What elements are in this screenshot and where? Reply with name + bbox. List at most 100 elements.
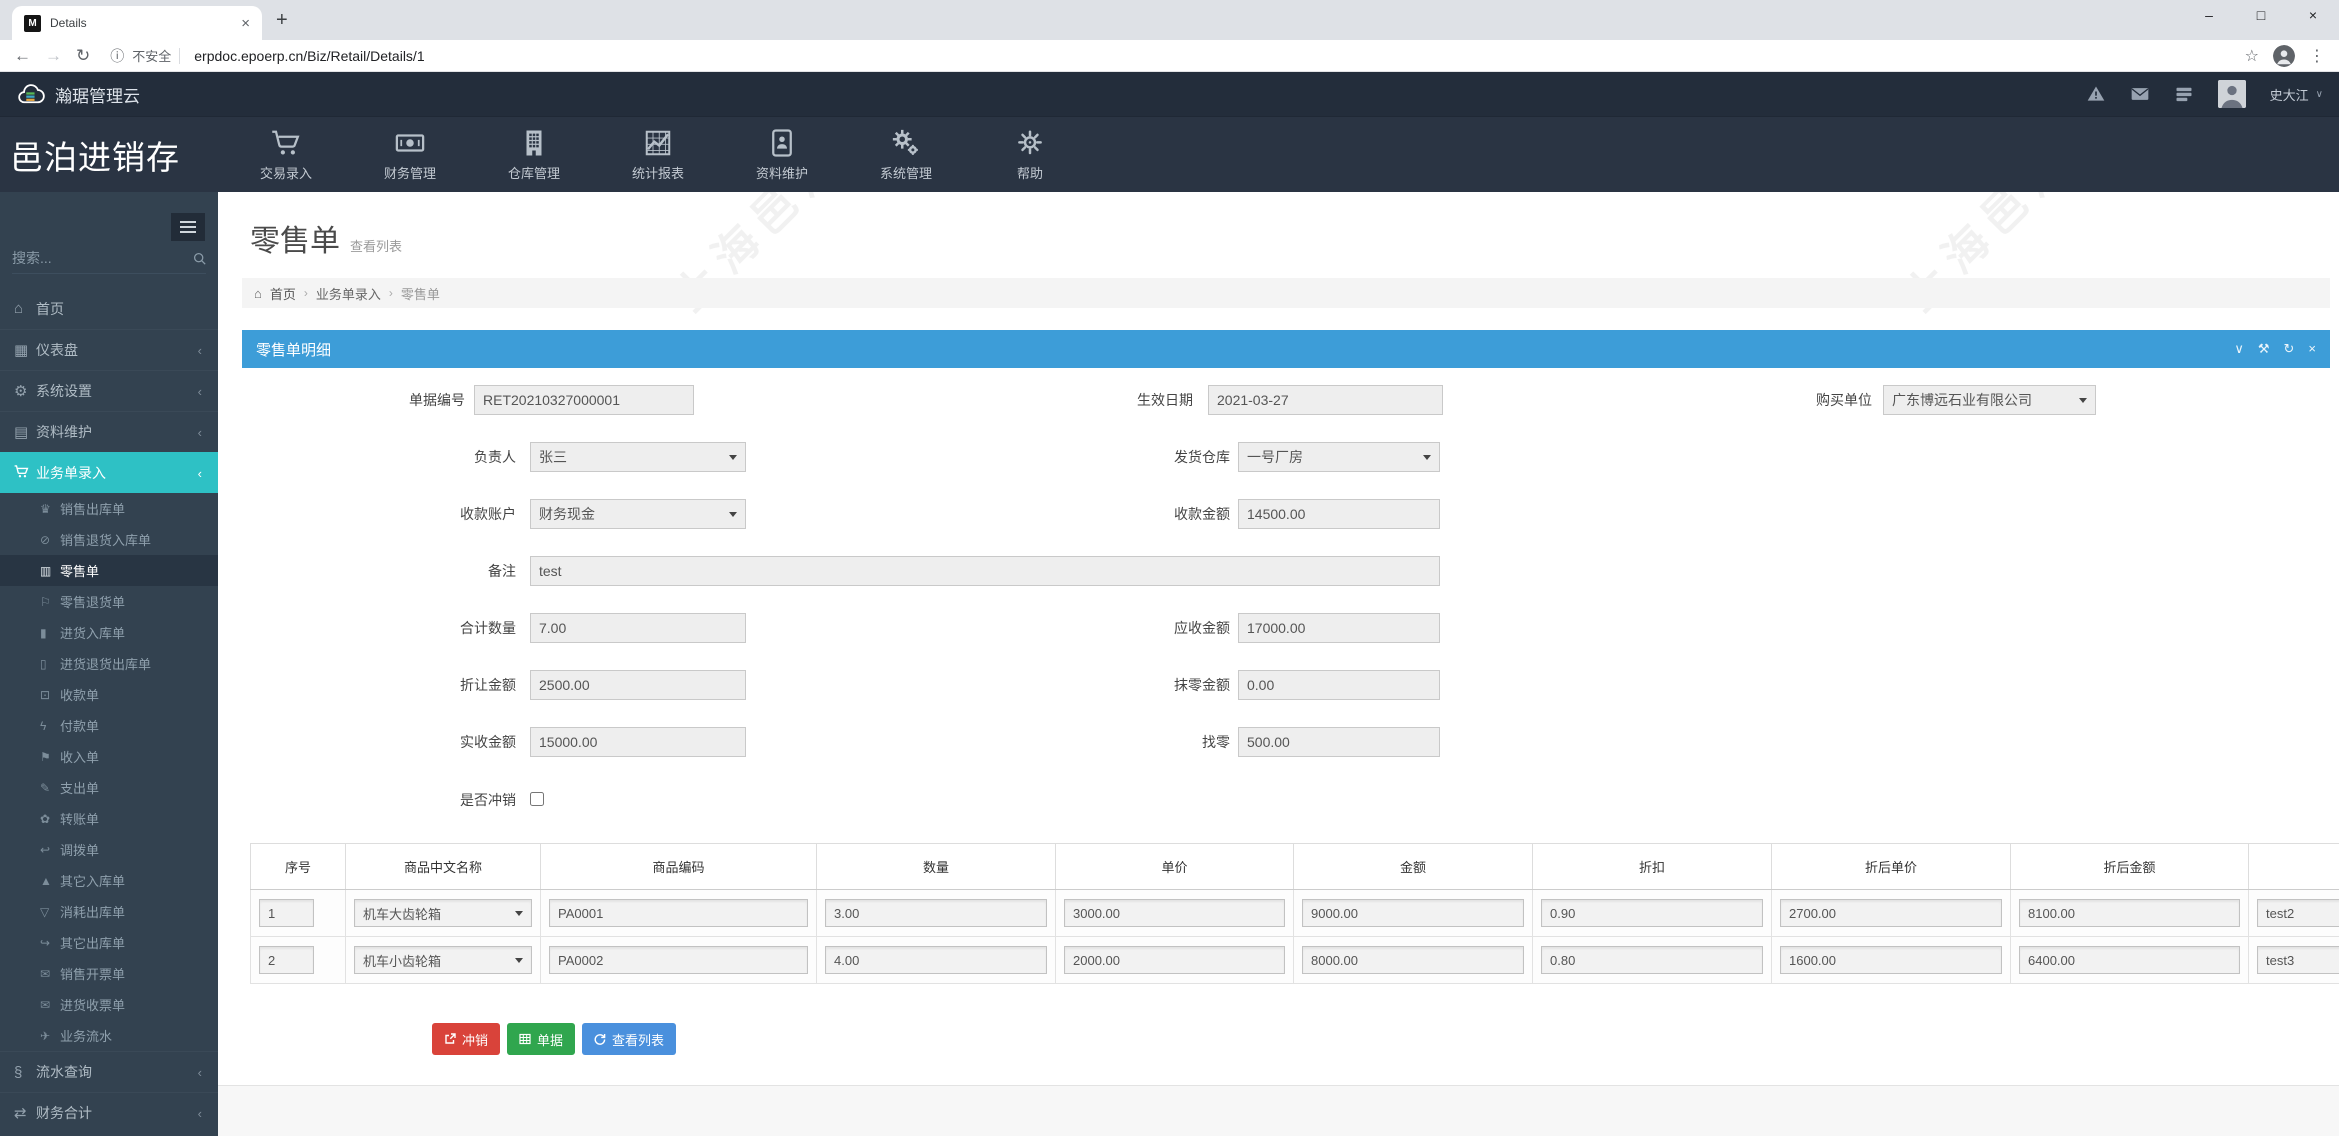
sidebar-item-home[interactable]: ⌂ 首页 — [0, 288, 218, 329]
note-cell[interactable]: test3 — [2257, 946, 2339, 974]
discounted-amount-cell[interactable]: 6400.00 — [2019, 946, 2240, 974]
reload-button[interactable]: ↻ — [76, 47, 90, 64]
product-name-select[interactable]: 机车大齿轮箱 — [354, 899, 532, 927]
qty-cell[interactable]: 4.00 — [825, 946, 1047, 974]
home-icon: ⌂ — [254, 285, 262, 301]
amount-cell[interactable]: 8000.00 — [1302, 946, 1524, 974]
discounted-price-cell[interactable]: 2700.00 — [1780, 899, 2002, 927]
sidebar-subitem-purchase-return-outbound[interactable]: ▯ 进货退货出库单 — [0, 648, 218, 679]
manager-select[interactable]: 张三 — [530, 442, 746, 472]
tasks-icon[interactable] — [2174, 84, 2194, 104]
new-tab-button[interactable]: + — [276, 9, 288, 32]
sidebar-subitem-retail-order[interactable]: ▥ 零售单 — [0, 555, 218, 586]
discount-cell[interactable]: 0.80 — [1541, 946, 1763, 974]
note-cell[interactable]: test2 — [2257, 899, 2339, 927]
reverse-button[interactable]: 冲销 — [432, 1023, 501, 1055]
close-panel-icon[interactable]: × — [2308, 341, 2316, 357]
unit-price-cell[interactable]: 2000.00 — [1064, 946, 1285, 974]
product-name-select[interactable]: 机车小齿轮箱 — [354, 946, 532, 974]
app-logo[interactable]: 瀚琚管理云 — [16, 81, 140, 107]
sidebar-subitem-purchase-invoice[interactable]: ✉ 进货收票单 — [0, 989, 218, 1020]
sidebar-item-data-maintenance[interactable]: ▤ 资料维护 ‹ — [0, 411, 218, 452]
document-button[interactable]: 单据 — [507, 1023, 576, 1055]
qty-cell[interactable]: 3.00 — [825, 899, 1047, 927]
sidebar-item-flow-query[interactable]: § 流水查询 ‹ — [0, 1051, 218, 1092]
reversed-checkbox[interactable] — [530, 792, 544, 806]
close-button[interactable]: × — [2287, 0, 2339, 30]
warehouse-select[interactable]: 一号厂房 — [1238, 442, 1440, 472]
sidebar-item-dashboard[interactable]: ▦ 仪表盘 ‹ — [0, 329, 218, 370]
sidebar-subitem-expense[interactable]: ✎ 支出单 — [0, 772, 218, 803]
discounted-amount-cell[interactable]: 8100.00 — [2019, 899, 2240, 927]
sidebar-subitem-income[interactable]: ⚑ 收入单 — [0, 741, 218, 772]
messages-icon[interactable] — [2130, 84, 2150, 104]
discount-amount-input[interactable] — [530, 670, 746, 700]
alerts-icon[interactable] — [2086, 84, 2106, 104]
forward-button[interactable]: → — [45, 47, 62, 64]
nav-item-data[interactable]: 资料维护 — [720, 117, 844, 192]
received-amount-input[interactable] — [1238, 499, 1440, 529]
nav-item-warehouse[interactable]: 仓库管理 — [472, 117, 596, 192]
sidebar-subitem-sales-invoice[interactable]: ✉ 销售开票单 — [0, 958, 218, 989]
product-code-cell[interactable]: PA0002 — [549, 946, 808, 974]
receivable-input[interactable] — [1238, 613, 1440, 643]
sidebar-subitem-retail-return[interactable]: ⚐ 零售退货单 — [0, 586, 218, 617]
search-input[interactable] — [12, 250, 193, 266]
product-code-cell[interactable]: PA0001 — [549, 899, 808, 927]
sidebar-subitem-purchase-inbound[interactable]: ▮ 进货入库单 — [0, 617, 218, 648]
sidebar-subitem-sales-outbound[interactable]: ♛ 销售出库单 — [0, 493, 218, 524]
effective-date-label: 生效日期 — [1137, 392, 1193, 408]
remark-input[interactable] — [530, 556, 1440, 586]
sidebar-subitem-other-inbound[interactable]: ▲ 其它入库单 — [0, 865, 218, 896]
col-seq: 序号 — [250, 843, 346, 890]
bookmark-star-icon[interactable]: ☆ — [2245, 46, 2259, 66]
collapse-icon[interactable]: ∨ — [2234, 341, 2244, 357]
refresh-icon[interactable]: ↻ — [2284, 341, 2295, 357]
breadcrumb-section[interactable]: 业务单录入 — [316, 284, 381, 303]
browser-tab[interactable]: M Details × — [12, 6, 262, 40]
sidebar-subitem-payment[interactable]: ϟ 付款单 — [0, 710, 218, 741]
user-menu[interactable]: 史大江 ∨ — [2270, 85, 2323, 104]
nav-item-help[interactable]: 帮助 — [968, 117, 1092, 192]
browser-profile-avatar[interactable] — [2273, 44, 2295, 67]
tab-close-icon[interactable]: × — [241, 15, 250, 32]
discounted-price-cell[interactable]: 1600.00 — [1780, 946, 2002, 974]
paid-amount-input[interactable] — [530, 727, 746, 757]
sidebar-subitem-consumption-outbound[interactable]: ▽ 消耗出库单 — [0, 896, 218, 927]
amount-cell[interactable]: 9000.00 — [1302, 899, 1524, 927]
wrench-icon[interactable]: ⚒ — [2258, 341, 2270, 357]
sidebar-subitem-allocation[interactable]: ↩ 调拨单 — [0, 834, 218, 865]
buyer-select[interactable]: 广东博远石业有限公司 — [1883, 385, 2096, 415]
address-text[interactable]: erpdoc.epoerp.cn/Biz/Retail/Details/1 — [194, 48, 2230, 64]
total-qty-input[interactable] — [530, 613, 746, 643]
sidebar-subitem-receipt[interactable]: ⊡ 收款单 — [0, 679, 218, 710]
rounding-input[interactable] — [1238, 670, 1440, 700]
browser-menu-icon[interactable]: ⋮ — [2309, 46, 2325, 66]
nav-item-system[interactable]: 系统管理 — [844, 117, 968, 192]
back-button[interactable]: ← — [14, 47, 31, 64]
sidebar-item-settings[interactable]: ⚙ 系统设置 ‹ — [0, 370, 218, 411]
doc-no-input[interactable] — [474, 385, 694, 415]
unit-price-cell[interactable]: 3000.00 — [1064, 899, 1285, 927]
site-security[interactable]: ⓘ 不安全 — [110, 46, 181, 66]
discount-cell[interactable]: 0.90 — [1541, 899, 1763, 927]
account-select[interactable]: 财务现金 — [530, 499, 746, 529]
nav-item-finance[interactable]: 财务管理 — [348, 117, 472, 192]
sidebar-subitem-sales-return-inbound[interactable]: ⊘ 销售退货入库单 — [0, 524, 218, 555]
nav-item-reports[interactable]: 统计报表 — [596, 117, 720, 192]
minimize-button[interactable]: – — [2183, 0, 2235, 30]
maximize-button[interactable]: □ — [2235, 0, 2287, 30]
effective-date-input[interactable] — [1208, 385, 1443, 415]
breadcrumb-home[interactable]: 首页 — [270, 284, 296, 303]
change-input[interactable] — [1238, 727, 1440, 757]
nav-item-transactions[interactable]: 交易录入 — [224, 117, 348, 192]
view-list-button[interactable]: 查看列表 — [582, 1023, 677, 1055]
sidebar-toggle[interactable] — [171, 213, 205, 241]
sidebar-subitem-transfer[interactable]: ✿ 转账单 — [0, 803, 218, 834]
sidebar-subitem-other-outbound[interactable]: ↪ 其它出库单 — [0, 927, 218, 958]
sidebar-subitem-business-flow[interactable]: ✈ 业务流水 — [0, 1020, 218, 1051]
sidebar-item-finance-total[interactable]: ⇄ 财务合计 ‹ — [0, 1092, 218, 1133]
user-avatar[interactable] — [2217, 80, 2246, 108]
panel-body: 单据编号 生效日期 购买单位 广东博远石业有限公司 负责人 张三 发货仓库 一号… — [242, 368, 2339, 1085]
sidebar-item-order-entry[interactable]: 业务单录入 ‹ — [0, 452, 218, 493]
